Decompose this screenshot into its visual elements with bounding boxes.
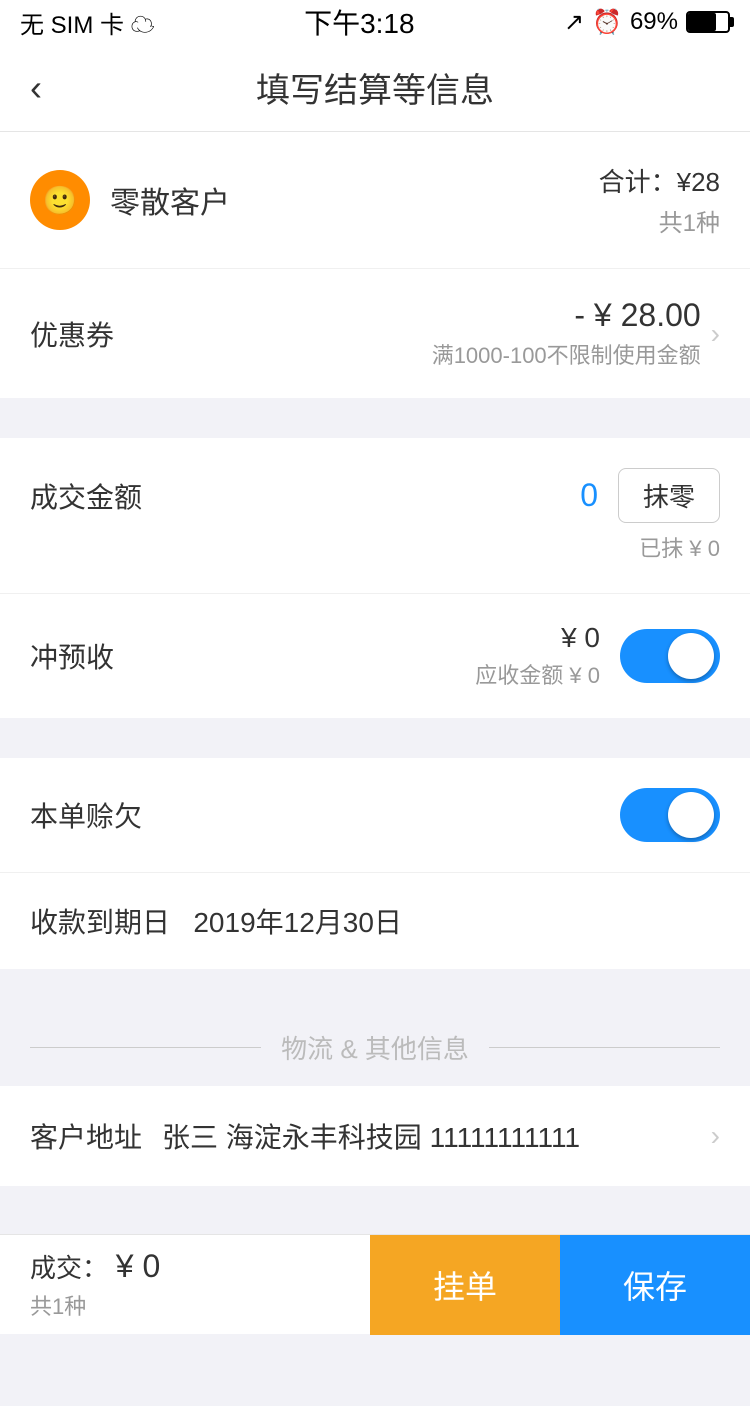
customer-name: 零散客户 xyxy=(110,178,230,222)
logistics-line-right xyxy=(489,1047,720,1048)
total-label: 合计：¥28 xyxy=(599,162,720,199)
customer-right: 合计：¥28 共1种 xyxy=(599,162,720,238)
customer-left: 🙂 零散客户 xyxy=(30,170,230,230)
deal-value: 0 xyxy=(580,477,598,514)
chevron-icon: › xyxy=(711,318,720,350)
logistics-section: 物流 & 其他信息 xyxy=(0,1009,750,1086)
divider-2 xyxy=(0,738,750,758)
bottom-deal-label: 成交： xyxy=(30,1253,108,1283)
address-row[interactable]: 客户地址 张三 海淀永丰科技园 11111111111 › xyxy=(0,1086,750,1186)
toggle-knob xyxy=(668,633,714,679)
logistics-line-left xyxy=(30,1047,261,1048)
nav-bar: ‹ 填写结算等信息 xyxy=(0,44,750,132)
bottom-deal-row: 成交： ¥ 0 xyxy=(30,1248,340,1285)
coupon-row[interactable]: 优惠券 - ¥ 28.00 满1000-100不限制使用金额 › xyxy=(0,268,750,398)
due-date-row: 收款到期日 2019年12月30日 xyxy=(0,872,750,969)
deal-section: 成交金额 0 抹零 已抹 ¥ 0 冲预收 ¥ 0 应收金额 ¥ 0 xyxy=(0,438,750,718)
bottom-deal-count: 共1种 xyxy=(30,1289,340,1321)
bottom-bar: 成交： ¥ 0 共1种 挂单 保存 xyxy=(0,1234,750,1334)
nav-title: 填写结算等信息 xyxy=(256,63,494,112)
logistics-divider-inner: 物流 & 其他信息 xyxy=(30,1029,720,1066)
location-icon: ↗ xyxy=(564,8,584,37)
prepay-amount: ¥ 0 xyxy=(475,622,600,654)
battery-icon xyxy=(686,11,730,33)
customer-row: 🙂 零散客户 合计：¥28 共1种 xyxy=(0,132,750,268)
debt-row: 本单赊欠 xyxy=(0,758,750,872)
back-button[interactable]: ‹ xyxy=(30,67,42,109)
coupon-desc: 满1000-100不限制使用金额 xyxy=(432,338,701,370)
coupon-right: - ¥ 28.00 满1000-100不限制使用金额 › xyxy=(432,297,720,370)
coupon-amount: - ¥ 28.00 xyxy=(432,297,701,334)
bottom-deal-value: ¥ 0 xyxy=(116,1248,160,1284)
debt-label: 本单赊欠 xyxy=(30,795,142,835)
sim-label: 无 SIM 卡 ☁ xyxy=(20,5,155,40)
prepay-toggle[interactable] xyxy=(620,629,720,683)
address-value: 张三 海淀永丰科技园 11111111111 xyxy=(162,1116,711,1156)
prepay-sub: 应收金额 ¥ 0 xyxy=(475,658,600,690)
save-button[interactable]: 保存 xyxy=(560,1235,750,1335)
status-left: 无 SIM 卡 ☁ xyxy=(20,5,155,40)
address-chevron-icon: › xyxy=(711,1120,720,1152)
customer-section: 🙂 零散客户 合计：¥28 共1种 优惠券 - ¥ 28.00 满1000-10… xyxy=(0,132,750,398)
debt-section: 本单赊欠 收款到期日 2019年12月30日 xyxy=(0,758,750,969)
status-bar: 无 SIM 卡 ☁ 下午3:18 ↗ ⏰ 69% xyxy=(0,0,750,44)
total-count: 共1种 xyxy=(599,203,720,238)
deal-right: 0 抹零 xyxy=(580,468,720,523)
battery-label: 69% xyxy=(630,8,678,36)
deal-label: 成交金额 xyxy=(30,476,142,516)
debt-toggle[interactable] xyxy=(620,788,720,842)
due-date-text: 收款到期日 2019年12月30日 xyxy=(30,907,402,938)
due-date-value: 2019年12月30日 xyxy=(193,907,402,938)
avatar: 🙂 xyxy=(30,170,90,230)
address-section: 客户地址 张三 海淀永丰科技园 11111111111 › xyxy=(0,1086,750,1186)
divider-3 xyxy=(0,989,750,1009)
prepay-row: 冲预收 ¥ 0 应收金额 ¥ 0 xyxy=(0,593,750,718)
debt-toggle-knob xyxy=(668,792,714,838)
pending-button[interactable]: 挂单 xyxy=(370,1235,560,1335)
prepay-right: ¥ 0 应收金额 ¥ 0 xyxy=(475,622,720,690)
status-right: ↗ ⏰ 69% xyxy=(564,8,730,37)
deal-amount-row: 成交金额 0 抹零 已抹 ¥ 0 xyxy=(0,438,750,593)
prepay-label: 冲预收 xyxy=(30,636,114,676)
bottom-left: 成交： ¥ 0 共1种 xyxy=(0,1248,370,1321)
deal-sub: 已抹 ¥ 0 xyxy=(30,531,720,563)
due-date-label: 收款到期日 xyxy=(30,907,170,938)
alarm-icon: ⏰ xyxy=(592,8,622,37)
round-button[interactable]: 抹零 xyxy=(618,468,720,523)
divider-1 xyxy=(0,418,750,438)
deal-row-top: 成交金额 0 抹零 xyxy=(30,468,720,523)
logistics-label: 物流 & 其他信息 xyxy=(281,1029,469,1066)
avatar-icon: 🙂 xyxy=(43,184,78,217)
status-time: 下午3:18 xyxy=(304,2,415,42)
prepay-amount-col: ¥ 0 应收金额 ¥ 0 xyxy=(475,622,600,690)
address-label: 客户地址 xyxy=(30,1116,142,1156)
coupon-label: 优惠券 xyxy=(30,314,114,354)
